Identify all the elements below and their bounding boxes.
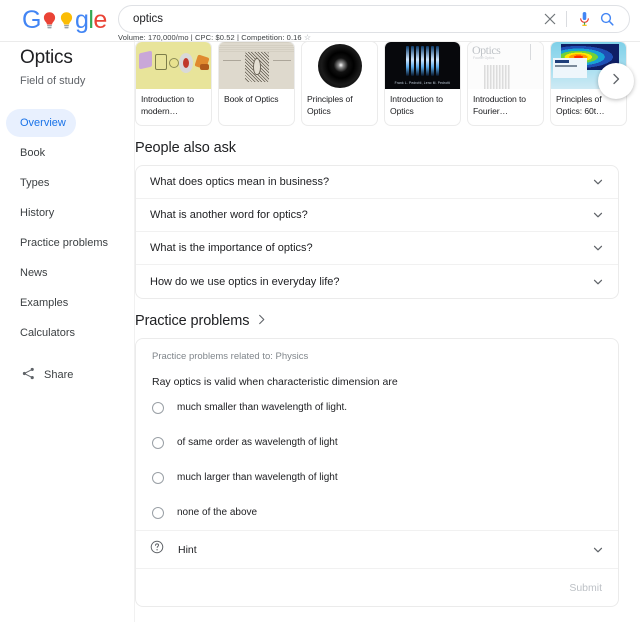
chevron-down-icon[interactable] bbox=[592, 242, 604, 254]
practice-problem-card: Practice problems related to: Physics Ra… bbox=[135, 338, 619, 607]
submit-button[interactable]: Submit bbox=[569, 582, 602, 594]
option-label: none of the above bbox=[177, 507, 258, 518]
sidebar-item-practice-problems[interactable]: Practice problems bbox=[0, 229, 134, 257]
sidebar-nav: Overview Book Types History Practice pro… bbox=[0, 109, 134, 347]
paa-question-row[interactable]: What is the importance of optics? bbox=[136, 232, 618, 265]
sidebar-item-label: Calculators bbox=[20, 327, 76, 339]
sidebar-item-label: Examples bbox=[20, 297, 69, 309]
paa-question-row[interactable]: What is another word for optics? bbox=[136, 199, 618, 232]
search-bar[interactable] bbox=[118, 5, 630, 33]
help-circle-icon bbox=[150, 540, 164, 559]
sidebar-item-label: Overview bbox=[20, 117, 66, 129]
sidebar-item-book[interactable]: Book bbox=[0, 139, 134, 167]
main-content: Introduction to modern… Book of Optics P… bbox=[135, 38, 640, 622]
book-card[interactable]: Frank L. Pedrotti, Leno M. Pedrotti Intr… bbox=[384, 41, 461, 126]
book-cover-image bbox=[136, 42, 211, 89]
chevron-right-icon bbox=[610, 72, 622, 90]
search-input[interactable] bbox=[133, 13, 540, 25]
section-heading-label: Practice problems bbox=[135, 313, 250, 329]
chevron-down-icon[interactable] bbox=[592, 209, 604, 221]
page-title: Optics bbox=[20, 47, 73, 68]
sidebar-item-examples[interactable]: Examples bbox=[0, 289, 134, 317]
book-cover-subtitle: Fourier Optics bbox=[473, 56, 495, 60]
book-cover-image bbox=[219, 42, 294, 89]
page-subtitle: Field of study bbox=[20, 75, 86, 87]
sidebar-item-history[interactable]: History bbox=[0, 199, 134, 227]
paa-question-label: How do we use optics in everyday life? bbox=[150, 275, 340, 288]
sidebar-item-overview[interactable]: Overview bbox=[6, 109, 76, 137]
practice-problem-option[interactable]: of same order as wavelength of light bbox=[136, 425, 618, 460]
book-cover-image: Optics Fourier Optics bbox=[468, 42, 543, 89]
practice-problems-heading[interactable]: Practice problems bbox=[135, 299, 640, 338]
chevron-right-icon[interactable] bbox=[256, 313, 267, 329]
search-icon[interactable] bbox=[595, 12, 619, 26]
chevron-down-icon[interactable] bbox=[592, 544, 604, 556]
book-card[interactable]: Introduction to modern… bbox=[135, 41, 212, 126]
book-title: Introduction to Fourier… bbox=[473, 94, 526, 116]
logo-letter-g1: G bbox=[22, 5, 41, 34]
logo-doodle-bulbs bbox=[41, 10, 75, 32]
sidebar-item-calculators[interactable]: Calculators bbox=[0, 319, 134, 347]
submit-row: Submit bbox=[136, 568, 618, 606]
radio-button[interactable] bbox=[152, 401, 164, 414]
practice-problem-option[interactable]: much larger than wavelength of light bbox=[136, 460, 618, 495]
share-button[interactable]: Share bbox=[0, 367, 134, 383]
sidebar-item-label: Types bbox=[20, 177, 50, 189]
paa-question-label: What is the importance of optics? bbox=[150, 242, 313, 254]
practice-problem-category: Practice problems related to: Physics bbox=[152, 351, 309, 362]
book-card[interactable]: Optics Fourier Optics Introduction to Fo… bbox=[467, 41, 544, 126]
sidebar-item-news[interactable]: News bbox=[0, 259, 134, 287]
practice-problem-option[interactable]: much smaller than wavelength of light. bbox=[136, 390, 618, 425]
close-icon[interactable] bbox=[540, 13, 560, 25]
book-cover-image: Frank L. Pedrotti, Leno M. Pedrotti bbox=[385, 42, 460, 89]
page-body: Optics Field of study Overview Book Type… bbox=[0, 38, 640, 622]
book-card[interactable]: Book of Optics bbox=[218, 41, 295, 126]
option-label: of same order as wavelength of light bbox=[177, 437, 338, 448]
paa-question-label: What does optics mean in business? bbox=[150, 176, 330, 188]
book-cover-credit: Frank L. Pedrotti, Leno M. Pedrotti bbox=[394, 81, 451, 85]
logo-letter-g2: g bbox=[74, 5, 89, 34]
paa-question-row[interactable]: What does optics mean in business? bbox=[136, 166, 618, 199]
book-title: Introduction to Optics bbox=[390, 94, 443, 116]
google-logo[interactable]: G g l e bbox=[0, 4, 110, 32]
book-title: Principles of Optics bbox=[307, 94, 353, 116]
share-icon bbox=[22, 367, 35, 383]
option-label: much larger than wavelength of light bbox=[177, 472, 338, 483]
book-cover-image bbox=[302, 42, 377, 89]
hint-label: Hint bbox=[178, 543, 197, 556]
practice-problem-question: Ray optics is valid when characteristic … bbox=[152, 376, 398, 388]
chevron-down-icon[interactable] bbox=[592, 176, 604, 188]
radio-button[interactable] bbox=[152, 436, 164, 449]
app-header: G g l e optics Volume: 170,000/mo | CPC:… bbox=[0, 0, 640, 42]
book-title: Book of Optics bbox=[224, 94, 279, 104]
carousel-next-button[interactable] bbox=[598, 63, 634, 99]
section-heading-label: People also ask bbox=[135, 140, 236, 156]
sidebar: Optics Field of study Overview Book Type… bbox=[0, 38, 135, 622]
paa-question-row[interactable]: How do we use optics in everyday life? bbox=[136, 265, 618, 298]
radio-button[interactable] bbox=[152, 471, 164, 484]
search-divider bbox=[566, 11, 567, 27]
people-also-ask-heading: People also ask bbox=[135, 126, 640, 165]
book-card[interactable]: Principles of Optics bbox=[301, 41, 378, 126]
radio-button[interactable] bbox=[152, 506, 164, 519]
share-label: Share bbox=[44, 369, 74, 381]
paa-question-label: What is another word for optics? bbox=[150, 209, 308, 221]
option-label: much smaller than wavelength of light. bbox=[177, 402, 348, 413]
book-carousel[interactable]: Introduction to modern… Book of Optics P… bbox=[135, 38, 640, 126]
sidebar-item-types[interactable]: Types bbox=[0, 169, 134, 197]
microphone-icon[interactable] bbox=[573, 11, 595, 27]
sidebar-item-label: Practice problems bbox=[20, 237, 109, 249]
book-title: Introduction to modern… bbox=[141, 94, 194, 116]
chevron-down-icon[interactable] bbox=[592, 276, 604, 288]
sidebar-item-label: News bbox=[20, 267, 48, 279]
sidebar-item-label: History bbox=[20, 207, 55, 219]
people-also-ask-card: What does optics mean in business? What … bbox=[135, 165, 619, 299]
sidebar-item-label: Book bbox=[20, 147, 46, 159]
hint-row[interactable]: Hint bbox=[136, 530, 618, 568]
practice-problem-option[interactable]: none of the above bbox=[136, 495, 618, 530]
logo-letter-e: e bbox=[93, 5, 107, 34]
